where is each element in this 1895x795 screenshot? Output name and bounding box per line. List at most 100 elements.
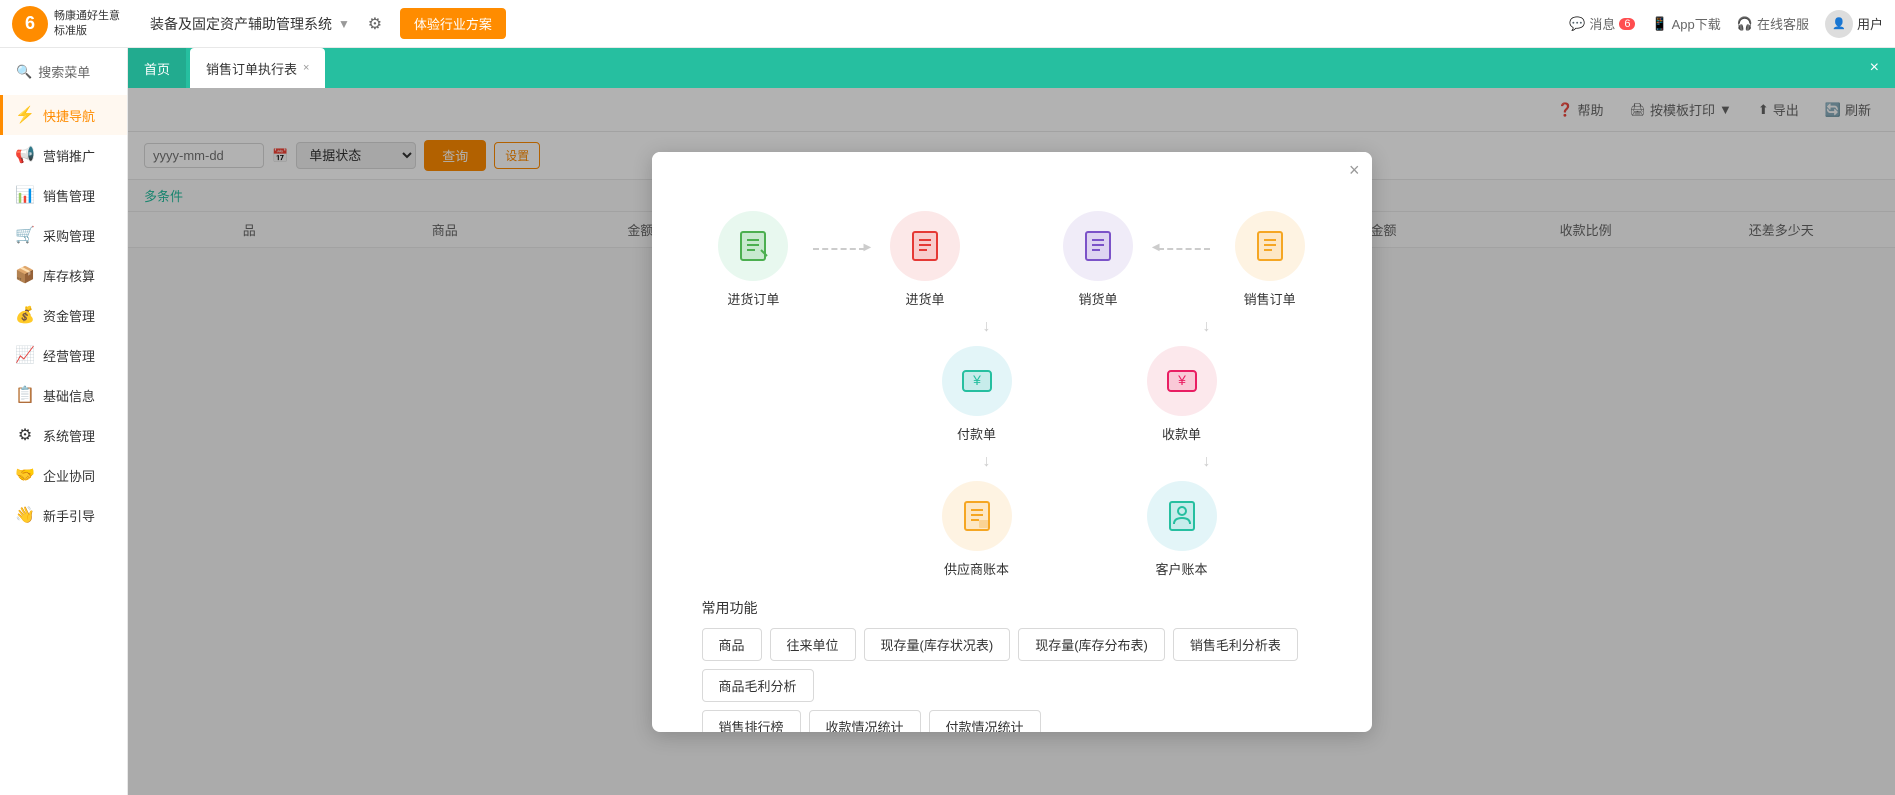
sidebar-item-sales[interactable]: 📊 销售管理	[0, 175, 127, 215]
sidebar-item-finance[interactable]: 💰 资金管理	[0, 295, 127, 335]
inventory-icon: 📦	[15, 265, 35, 285]
sales-icon: 📊	[15, 185, 35, 205]
sidebar-search-area: 🔍 搜索菜单	[0, 48, 127, 95]
flow-row-3: 供应商账本 客户账本	[682, 471, 1342, 588]
down-arrow-shoukuan: ↓	[1172, 453, 1242, 471]
gear-button[interactable]: ⚙	[360, 9, 390, 39]
tab-sales-order[interactable]: 销售订单执行表 ×	[190, 48, 325, 88]
common-btn-product-profit[interactable]: 商品毛利分析	[702, 669, 814, 702]
operation-icon: 📈	[15, 345, 35, 365]
logo-text: 畅康通好生意 标准版	[54, 9, 120, 38]
flow-row-1: 进货订单 进货单	[682, 201, 1342, 318]
flow-node-xiaoshou-order[interactable]: 销售订单	[1218, 211, 1322, 308]
common-btn-stock-dist[interactable]: 现存量(库存分布表)	[1018, 628, 1165, 661]
flow-node-shoukuan[interactable]: ¥ 收款单	[1122, 346, 1242, 443]
common-btn-receipt-stats[interactable]: 收款情况统计	[809, 710, 921, 732]
flow-node-kehu[interactable]: 客户账本	[1122, 481, 1242, 578]
gongyingshang-icon	[942, 481, 1012, 551]
flow-section: 进货订单 进货单	[682, 201, 1342, 588]
flow-node-jinhuo-order[interactable]: 进货订单	[702, 211, 806, 308]
newbie-icon: 👋	[15, 505, 35, 525]
common-buttons-row-2: 销售排行榜 收款情况统计 付款情况统计	[702, 710, 1322, 732]
search-menu-button[interactable]: 🔍 搜索菜单	[8, 56, 119, 87]
common-btn-counterparty[interactable]: 往来单位	[770, 628, 856, 661]
avatar: 👤	[1825, 10, 1853, 38]
flow-row-2: ¥ 付款单 ¥	[682, 336, 1342, 453]
down-arrow-jinhuo: ↓	[952, 318, 1022, 336]
common-btn-stock-status[interactable]: 现存量(库存状况表)	[864, 628, 1011, 661]
svg-text:¥: ¥	[972, 372, 981, 388]
top-bar: 6 畅康通好生意 标准版 装备及固定资产辅助管理系统 ▼ ⚙ 体验行业方案 💬 …	[0, 0, 1895, 48]
sidebar-item-purchase[interactable]: 🛒 采购管理	[0, 215, 127, 255]
flow-arrows-row-1: ↓ ↓	[682, 318, 1342, 336]
popup: ×	[652, 152, 1372, 732]
common-btn-sales-profit[interactable]: 销售毛利分析表	[1173, 628, 1298, 661]
svg-text:¥: ¥	[1177, 372, 1186, 388]
phone-icon: 📱	[1651, 16, 1667, 32]
common-functions-section: 常用功能 商品 往来单位 现存量(库存状况表) 现存量(库存分布表) 销售毛利分…	[682, 588, 1342, 732]
spacer-arrow-2	[1022, 318, 1172, 336]
popup-close-button[interactable]: ×	[1349, 160, 1360, 181]
experience-button[interactable]: 体验行业方案	[400, 8, 506, 39]
flow-node-fukuan[interactable]: ¥ 付款单	[917, 346, 1037, 443]
user-area[interactable]: 👤 用户	[1825, 10, 1883, 38]
sidebar-item-basic-info[interactable]: 📋 基础信息	[0, 375, 127, 415]
shoukuan-icon: ¥	[1147, 346, 1217, 416]
tab-close-icon[interactable]: ×	[303, 62, 309, 74]
sidebar-item-operation[interactable]: 📈 经营管理	[0, 335, 127, 375]
headset-icon: 🎧	[1737, 16, 1753, 32]
marketing-icon: 📢	[15, 145, 35, 165]
main-area: 🔍 搜索菜单 ⚡ 快捷导航 📢 营销推广 📊 销售管理 🛒 采购管理	[0, 48, 1895, 795]
down-arrow-fukuan: ↓	[952, 453, 1022, 471]
common-functions-title: 常用功能	[702, 598, 1322, 618]
sidebar-item-enterprise[interactable]: 🤝 企业协同	[0, 455, 127, 495]
tab-home[interactable]: 首页	[128, 48, 186, 88]
purchase-icon: 🛒	[15, 225, 35, 245]
flow-node-gongyingshang[interactable]: 供应商账本	[917, 481, 1037, 578]
system-title: 装备及固定资产辅助管理系统 ▼	[150, 14, 350, 34]
arrow-xiaoshou-to-xiaohuo	[1158, 248, 1210, 270]
tab-bar: 首页 销售订单执行表 × ×	[128, 48, 1895, 88]
flow-node-jinhuo-dan[interactable]: 进货单	[873, 211, 977, 308]
jinhuo-order-icon	[718, 211, 788, 281]
spacer-arrow-1	[702, 318, 952, 336]
enterprise-icon: 🤝	[15, 465, 35, 485]
common-btn-payment-stats[interactable]: 付款情况统计	[929, 710, 1041, 732]
common-btn-product[interactable]: 商品	[702, 628, 762, 661]
system-dropdown-icon[interactable]: ▼	[338, 17, 350, 31]
sidebar-item-inventory[interactable]: 📦 库存核算	[0, 255, 127, 295]
content-main: ❓ 帮助 🖨 按模板打印 ▼ ⬆ 导出 🔄	[128, 88, 1895, 795]
sidebar-item-marketing[interactable]: 📢 营销推广	[0, 135, 127, 175]
app-download-button[interactable]: 📱 App下载	[1651, 14, 1720, 33]
common-buttons-row: 商品 往来单位 现存量(库存状况表) 现存量(库存分布表) 销售毛利分析表 商品…	[702, 628, 1322, 702]
sidebar: 🔍 搜索菜单 ⚡ 快捷导航 📢 营销推广 📊 销售管理 🛒 采购管理	[0, 48, 128, 795]
spacer-arrow-4	[1022, 453, 1172, 471]
system-icon: ⚙	[15, 425, 35, 445]
message-badge: 6	[1619, 18, 1635, 30]
jinhuo-dan-icon	[890, 211, 960, 281]
popup-content: 进货订单 进货单	[652, 181, 1372, 732]
content-area: 首页 销售订单执行表 × × ❓ 帮助	[128, 48, 1895, 795]
message-button[interactable]: 💬 消息 6	[1569, 14, 1635, 33]
xiaohuo-dan-icon	[1063, 211, 1133, 281]
fukuan-icon: ¥	[942, 346, 1012, 416]
quick-nav-icon: ⚡	[15, 105, 35, 125]
sidebar-item-newbie[interactable]: 👋 新手引导	[0, 495, 127, 535]
sidebar-item-system[interactable]: ⚙ 系统管理	[0, 415, 127, 455]
spacer-arrow-3	[702, 453, 952, 471]
search-icon: 🔍	[16, 64, 32, 80]
logo-area: 6 畅康通好生意 标准版	[12, 6, 140, 42]
flow-node-xiaohuo-dan[interactable]: 销货单	[1046, 211, 1150, 308]
xiaoshou-order-icon	[1235, 211, 1305, 281]
logo-icon: 6	[12, 6, 48, 42]
kehu-icon	[1147, 481, 1217, 551]
arrow-jinhuo-order-to-dan	[813, 248, 865, 270]
common-btn-sales-rank[interactable]: 销售排行榜	[702, 710, 801, 732]
message-icon: 💬	[1569, 16, 1585, 32]
tab-bar-close-icon[interactable]: ×	[1870, 59, 1879, 77]
top-right-area: 💬 消息 6 📱 App下载 🎧 在线客服 👤 用户	[1569, 10, 1883, 38]
user-name: 用户	[1857, 14, 1883, 33]
sidebar-item-quick-nav[interactable]: ⚡ 快捷导航	[0, 95, 127, 135]
overlay[interactable]: ×	[128, 88, 1895, 795]
online-service-button[interactable]: 🎧 在线客服	[1737, 14, 1809, 33]
